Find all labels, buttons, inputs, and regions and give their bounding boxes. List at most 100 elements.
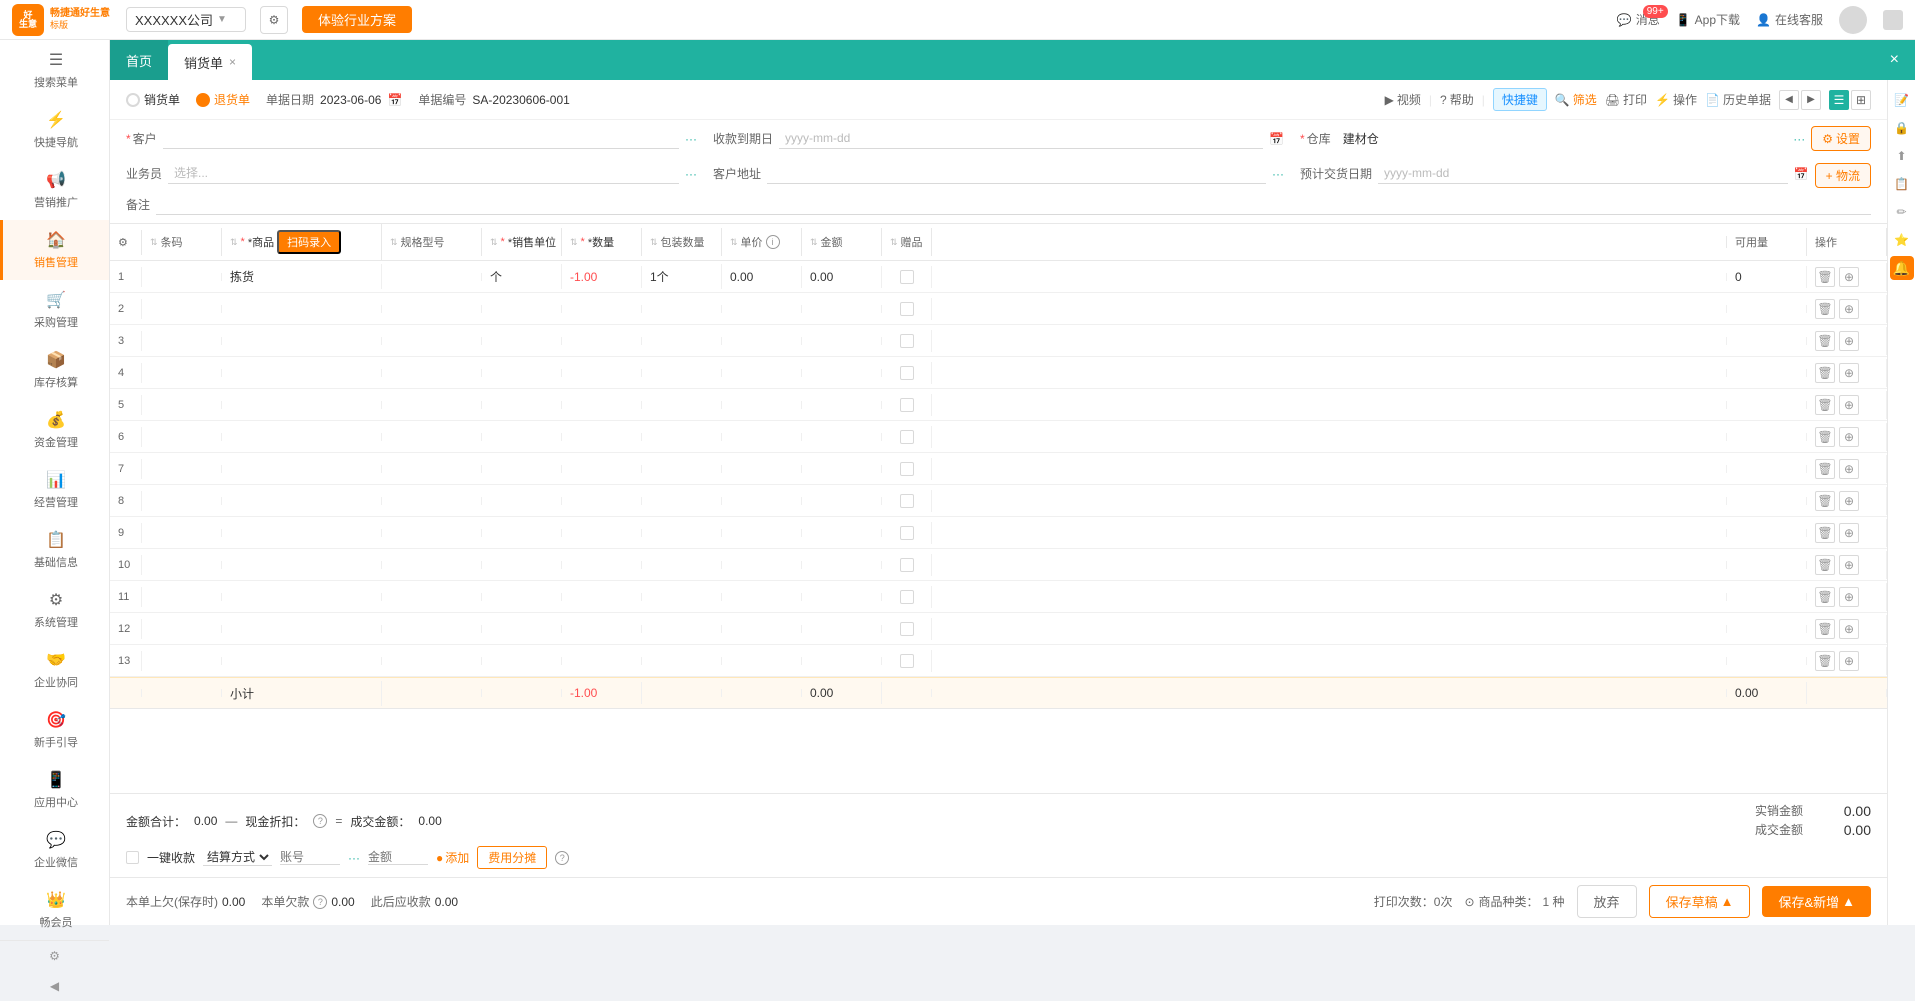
sidebar-item-quicknav[interactable]: ⚡ 快捷导航: [0, 100, 109, 160]
radio-sales[interactable]: 销货单: [126, 91, 180, 108]
rp-lock[interactable]: 🔒: [1890, 116, 1914, 140]
rp-active[interactable]: 🔔: [1890, 256, 1914, 280]
tool-history[interactable]: 📄 历史单据: [1705, 91, 1771, 108]
row-pkgqty-1[interactable]: 1个: [642, 264, 722, 289]
customer-dots[interactable]: ···: [685, 132, 697, 146]
sidebar-item-wechat[interactable]: 💬 企业微信: [0, 820, 109, 880]
copy-btn[interactable]: ⊕: [1839, 299, 1859, 319]
delete-btn[interactable]: 🗑: [1815, 459, 1835, 479]
sidebar-item-member[interactable]: 👑 畅会员: [0, 880, 109, 940]
discard-button[interactable]: 放弃: [1577, 885, 1637, 918]
delete-btn[interactable]: 🗑: [1815, 299, 1835, 319]
sidebar-item-sales[interactable]: 🏠 销售管理: [0, 220, 109, 280]
sidebar-settings[interactable]: ⚙: [0, 941, 109, 971]
delete-btn[interactable]: 🗑: [1815, 491, 1835, 511]
rp-clipboard[interactable]: 📋: [1890, 172, 1914, 196]
delete-btn[interactable]: 🗑: [1815, 363, 1835, 383]
sidebar-item-search[interactable]: ☰ 搜索菜单: [0, 40, 109, 100]
user-menu[interactable]: [1883, 10, 1903, 30]
rp-notes[interactable]: 📝: [1890, 88, 1914, 112]
one-click-pay-checkbox[interactable]: [126, 851, 139, 864]
rp-upload[interactable]: ⬆: [1890, 144, 1914, 168]
tool-operation[interactable]: ⚡ 操作: [1655, 91, 1697, 108]
copy-btn-1[interactable]: ⊕: [1839, 267, 1859, 287]
sidebar-item-marketing[interactable]: 📢 营销推广: [0, 160, 109, 220]
row-unit-1[interactable]: 个: [482, 264, 562, 289]
trial-button[interactable]: 体验行业方案: [302, 6, 412, 33]
gift-checkbox[interactable]: [900, 366, 914, 380]
gift-checkbox[interactable]: [900, 462, 914, 476]
arrears-info-icon[interactable]: ?: [313, 895, 327, 909]
add-button[interactable]: ● 添加: [436, 849, 469, 866]
customer-address-input[interactable]: [767, 163, 1266, 184]
sidebar-item-newguide[interactable]: 🎯 新手引导: [0, 700, 109, 760]
row-barcode-1[interactable]: [142, 273, 222, 281]
delete-btn[interactable]: 🗑: [1815, 427, 1835, 447]
radio-return[interactable]: 退货单: [196, 91, 250, 108]
copy-btn[interactable]: ⊕: [1839, 459, 1859, 479]
warehouse-dots[interactable]: ···: [1793, 132, 1805, 146]
copy-btn[interactable]: ⊕: [1839, 523, 1859, 543]
copy-btn[interactable]: ⊕: [1839, 651, 1859, 671]
price-info-icon[interactable]: i: [766, 235, 780, 249]
gift-checkbox[interactable]: [900, 558, 914, 572]
salesperson-input[interactable]: [168, 163, 679, 184]
view-list-btn[interactable]: ☰: [1829, 90, 1849, 110]
salesperson-dots[interactable]: ···: [685, 167, 697, 181]
copy-btn[interactable]: ⊕: [1839, 619, 1859, 639]
expense-info-icon[interactable]: ?: [555, 851, 569, 865]
messages-button[interactable]: 💬 消息 99+: [1617, 11, 1660, 28]
sidebar-item-basic[interactable]: 📋 基础信息: [0, 520, 109, 580]
calendar-icon[interactable]: 📅: [387, 93, 402, 107]
copy-btn[interactable]: ⊕: [1839, 427, 1859, 447]
logistics-button[interactable]: + 物流: [1815, 163, 1871, 188]
sidebar-item-system[interactable]: ⚙ 系统管理: [0, 580, 109, 640]
account-input[interactable]: [280, 850, 340, 865]
delete-btn[interactable]: 🗑: [1815, 523, 1835, 543]
tool-shortcut[interactable]: 快捷键: [1493, 88, 1547, 111]
gift-checkbox[interactable]: [900, 654, 914, 668]
sidebar-item-finance[interactable]: 💰 资金管理: [0, 400, 109, 460]
gift-checkbox[interactable]: [900, 398, 914, 412]
prev-arrow[interactable]: ◀: [1779, 90, 1799, 110]
company-selector[interactable]: XXXXXX公司 ▼ ⚙ 体验行业方案: [126, 6, 412, 34]
amount-input[interactable]: [368, 850, 428, 865]
view-grid-btn[interactable]: ⊞: [1851, 90, 1871, 110]
delete-btn[interactable]: 🗑: [1815, 555, 1835, 575]
row-product-2[interactable]: [222, 305, 382, 313]
payment-method-select[interactable]: 结算方式: [203, 849, 272, 866]
copy-btn[interactable]: ⊕: [1839, 587, 1859, 607]
remark-input[interactable]: [156, 194, 1871, 215]
delete-btn[interactable]: 🗑: [1815, 331, 1835, 351]
customer-address-dots[interactable]: ···: [1272, 167, 1284, 181]
th-gear[interactable]: ⚙: [110, 230, 142, 255]
settings-icon[interactable]: ⚙: [260, 6, 288, 34]
tool-help[interactable]: ? 帮助: [1440, 91, 1474, 108]
expected-date-input[interactable]: [1378, 163, 1788, 184]
next-arrow[interactable]: ▶: [1801, 90, 1821, 110]
sidebar-item-appstore[interactable]: 📱 应用中心: [0, 760, 109, 820]
row-gift-1[interactable]: [882, 266, 932, 288]
save-new-button[interactable]: 保存&新增 ▲: [1762, 886, 1871, 917]
row-qty-1[interactable]: -1.00: [562, 266, 642, 288]
row-amount-1[interactable]: 0.00: [802, 266, 882, 288]
delete-btn-1[interactable]: 🗑: [1815, 267, 1835, 287]
gift-checkbox[interactable]: [900, 622, 914, 636]
rp-edit[interactable]: ✏: [1890, 200, 1914, 224]
sidebar-collapse[interactable]: ◀: [0, 971, 109, 1001]
save-draft-button[interactable]: 保存草稿 ▲: [1649, 885, 1751, 918]
expected-date-calendar-icon[interactable]: 📅: [1794, 167, 1809, 181]
company-dropdown[interactable]: XXXXXX公司 ▼: [126, 7, 246, 32]
delete-btn[interactable]: 🗑: [1815, 651, 1835, 671]
settings-button[interactable]: ⚙ 设置: [1811, 126, 1871, 151]
tab-sales-order[interactable]: 销货单 ×: [168, 44, 252, 80]
copy-btn[interactable]: ⊕: [1839, 555, 1859, 575]
tool-print[interactable]: 🖨 打印: [1605, 91, 1647, 108]
delete-btn[interactable]: 🗑: [1815, 587, 1835, 607]
copy-btn[interactable]: ⊕: [1839, 395, 1859, 415]
row-price-1[interactable]: 0.00: [722, 266, 802, 288]
copy-btn[interactable]: ⊕: [1839, 363, 1859, 383]
row-product-1[interactable]: 拣货: [222, 264, 382, 289]
row-spec-1[interactable]: [382, 273, 482, 281]
gift-checkbox[interactable]: [900, 430, 914, 444]
